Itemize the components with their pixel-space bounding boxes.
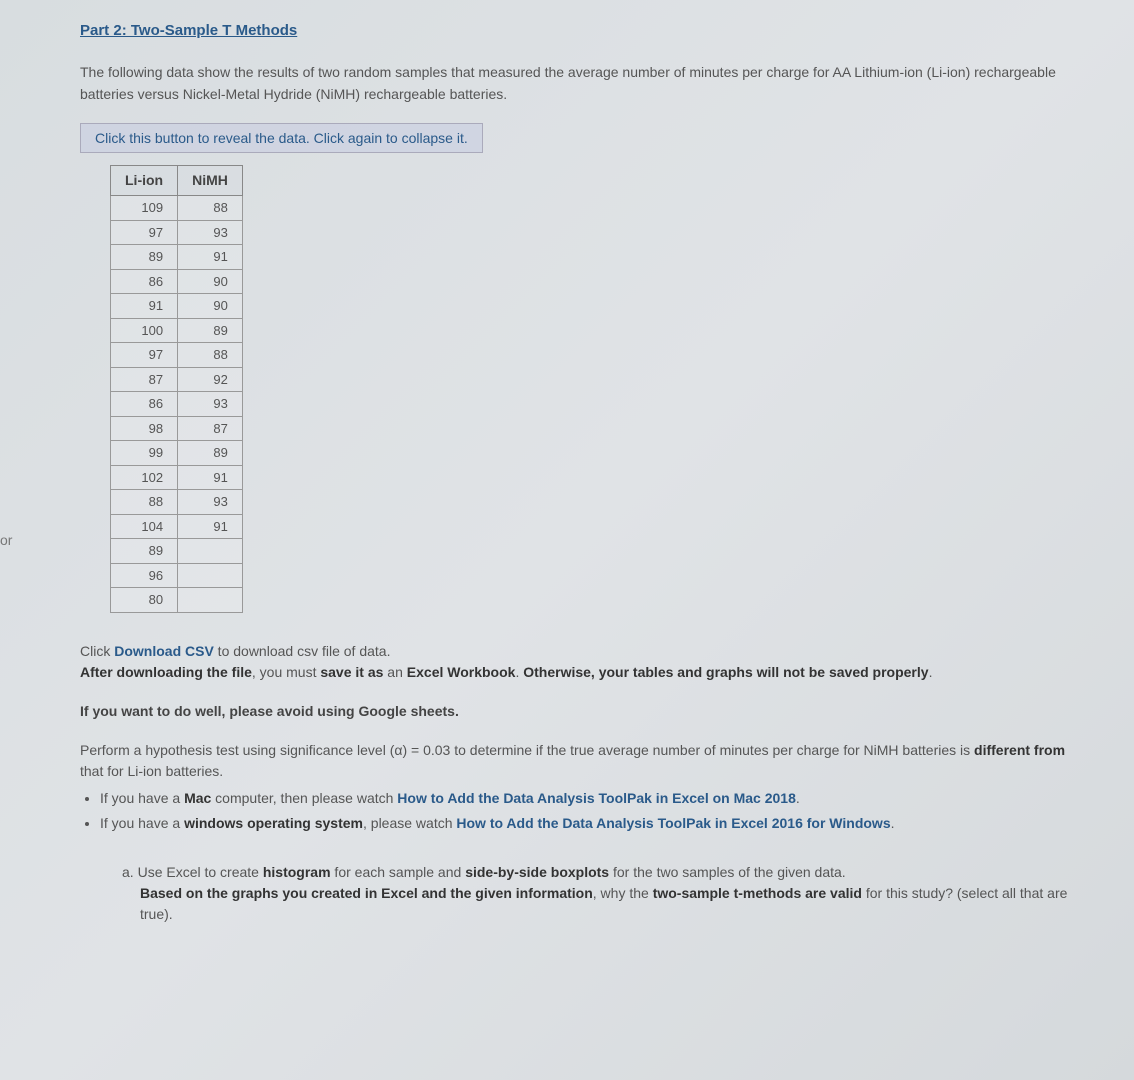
page-edge-text: or (0, 530, 12, 551)
windows-toolpak-link[interactable]: How to Add the Data Analysis ToolPak in … (456, 815, 890, 831)
table-cell: 86 (111, 269, 178, 294)
table-cell (178, 563, 243, 588)
section-title: Part 2: Two-Sample T Methods (80, 20, 1074, 43)
table-row: 10089 (111, 318, 243, 343)
table-cell: 96 (111, 563, 178, 588)
battery-data-table: Li-ion NiMH 1098897938991869091901008997… (110, 165, 243, 613)
table-row: 80 (111, 588, 243, 613)
table-row: 9190 (111, 294, 243, 319)
mac-toolpak-link[interactable]: How to Add the Data Analysis ToolPak in … (397, 790, 796, 806)
table-row: 10988 (111, 196, 243, 221)
table-row: 8792 (111, 367, 243, 392)
table-row: 10491 (111, 514, 243, 539)
download-csv-link[interactable]: Download CSV (114, 643, 214, 659)
question-a: a. Use Excel to create histogram for eac… (140, 862, 1074, 925)
hypothesis-instruction: Perform a hypothesis test using signific… (80, 740, 1074, 782)
table-row: 9887 (111, 416, 243, 441)
table-row: 9793 (111, 220, 243, 245)
table-cell: 100 (111, 318, 178, 343)
table-cell: 88 (178, 196, 243, 221)
table-cell: 109 (111, 196, 178, 221)
table-row: 10291 (111, 465, 243, 490)
table-cell: 89 (178, 318, 243, 343)
table-cell (178, 539, 243, 564)
table-cell: 89 (111, 539, 178, 564)
table-cell: 86 (111, 392, 178, 417)
table-cell: 102 (111, 465, 178, 490)
table-row: 96 (111, 563, 243, 588)
table-cell: 91 (178, 514, 243, 539)
table-cell: 87 (111, 367, 178, 392)
table-row: 8893 (111, 490, 243, 515)
table-row: 9788 (111, 343, 243, 368)
table-cell: 87 (178, 416, 243, 441)
intro-paragraph: The following data show the results of t… (80, 61, 1074, 106)
table-cell: 97 (111, 343, 178, 368)
download-instruction: Click Download CSV to download csv file … (80, 641, 1074, 683)
mac-instruction: If you have a Mac computer, then please … (100, 788, 1074, 809)
table-row: 8991 (111, 245, 243, 270)
table-cell: 91 (178, 465, 243, 490)
table-row: 8690 (111, 269, 243, 294)
table-row: 89 (111, 539, 243, 564)
table-cell: 89 (178, 441, 243, 466)
table-cell: 104 (111, 514, 178, 539)
table-cell: 93 (178, 490, 243, 515)
table-cell: 90 (178, 269, 243, 294)
table-cell (178, 588, 243, 613)
table-cell: 90 (178, 294, 243, 319)
toolpak-instructions: If you have a Mac computer, then please … (100, 788, 1074, 834)
table-cell: 91 (111, 294, 178, 319)
table-cell: 93 (178, 220, 243, 245)
table-cell: 93 (178, 392, 243, 417)
table-header-row: Li-ion NiMH (111, 166, 243, 196)
table-row: 9989 (111, 441, 243, 466)
table-cell: 99 (111, 441, 178, 466)
col-header-liion: Li-ion (111, 166, 178, 196)
table-cell: 91 (178, 245, 243, 270)
google-sheets-warning: If you want to do well, please avoid usi… (80, 701, 1074, 722)
table-cell: 89 (111, 245, 178, 270)
table-cell: 98 (111, 416, 178, 441)
col-header-nimh: NiMH (178, 166, 243, 196)
reveal-data-button[interactable]: Click this button to reveal the data. Cl… (80, 123, 483, 153)
table-row: 8693 (111, 392, 243, 417)
table-cell: 97 (111, 220, 178, 245)
table-cell: 92 (178, 367, 243, 392)
table-cell: 80 (111, 588, 178, 613)
windows-instruction: If you have a windows operating system, … (100, 813, 1074, 834)
table-cell: 88 (111, 490, 178, 515)
table-cell: 88 (178, 343, 243, 368)
